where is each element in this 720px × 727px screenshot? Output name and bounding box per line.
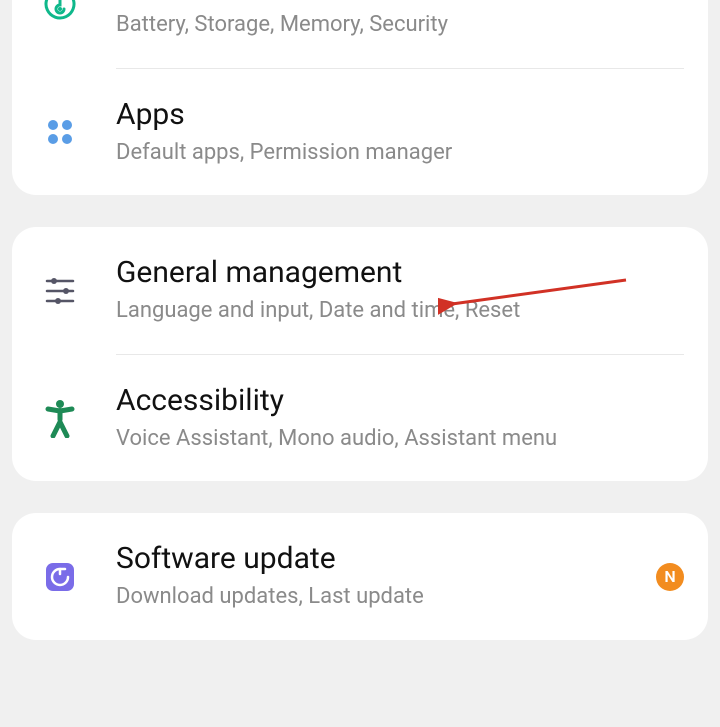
- settings-item-subtitle: Language and input, Date and time, Reset: [116, 297, 684, 326]
- settings-item-subtitle: Voice Assistant, Mono audio, Assistant m…: [116, 425, 684, 454]
- settings-item-general-management[interactable]: General management Language and input, D…: [12, 227, 708, 354]
- settings-item-software-update[interactable]: Software update Download updates, Last u…: [12, 513, 708, 640]
- settings-item-subtitle: Default apps, Permission manager: [116, 139, 684, 168]
- settings-item-text: Software update Download updates, Last u…: [116, 541, 628, 612]
- settings-item-title: Software update: [116, 541, 628, 577]
- settings-item-accessibility[interactable]: Accessibility Voice Assistant, Mono audi…: [12, 355, 708, 482]
- settings-item-text: Apps Default apps, Permission manager: [116, 97, 684, 168]
- settings-group-1: Device care Battery, Storage, Memory, Se…: [12, 0, 708, 195]
- settings-item-device-care[interactable]: Device care Battery, Storage, Memory, Se…: [12, 0, 708, 68]
- settings-group-3: Software update Download updates, Last u…: [12, 513, 708, 640]
- accessibility-icon: [32, 398, 88, 438]
- settings-item-apps[interactable]: Apps Default apps, Permission manager: [12, 69, 708, 196]
- settings-item-text: Accessibility Voice Assistant, Mono audi…: [116, 383, 684, 454]
- settings-item-subtitle: Download updates, Last update: [116, 583, 628, 612]
- settings-item-subtitle: Battery, Storage, Memory, Security: [116, 11, 684, 40]
- device-care-icon: [32, 0, 88, 23]
- settings-item-title: Device care: [116, 0, 684, 5]
- sliders-icon: [32, 273, 88, 307]
- settings-item-title: Accessibility: [116, 383, 684, 419]
- update-icon: [32, 561, 88, 593]
- notification-badge: N: [656, 563, 684, 591]
- settings-item-text: Device care Battery, Storage, Memory, Se…: [116, 0, 684, 40]
- settings-group-2: General management Language and input, D…: [12, 227, 708, 481]
- settings-item-text: General management Language and input, D…: [116, 255, 684, 326]
- settings-item-title: General management: [116, 255, 684, 291]
- apps-icon: [32, 116, 88, 148]
- settings-item-title: Apps: [116, 97, 684, 133]
